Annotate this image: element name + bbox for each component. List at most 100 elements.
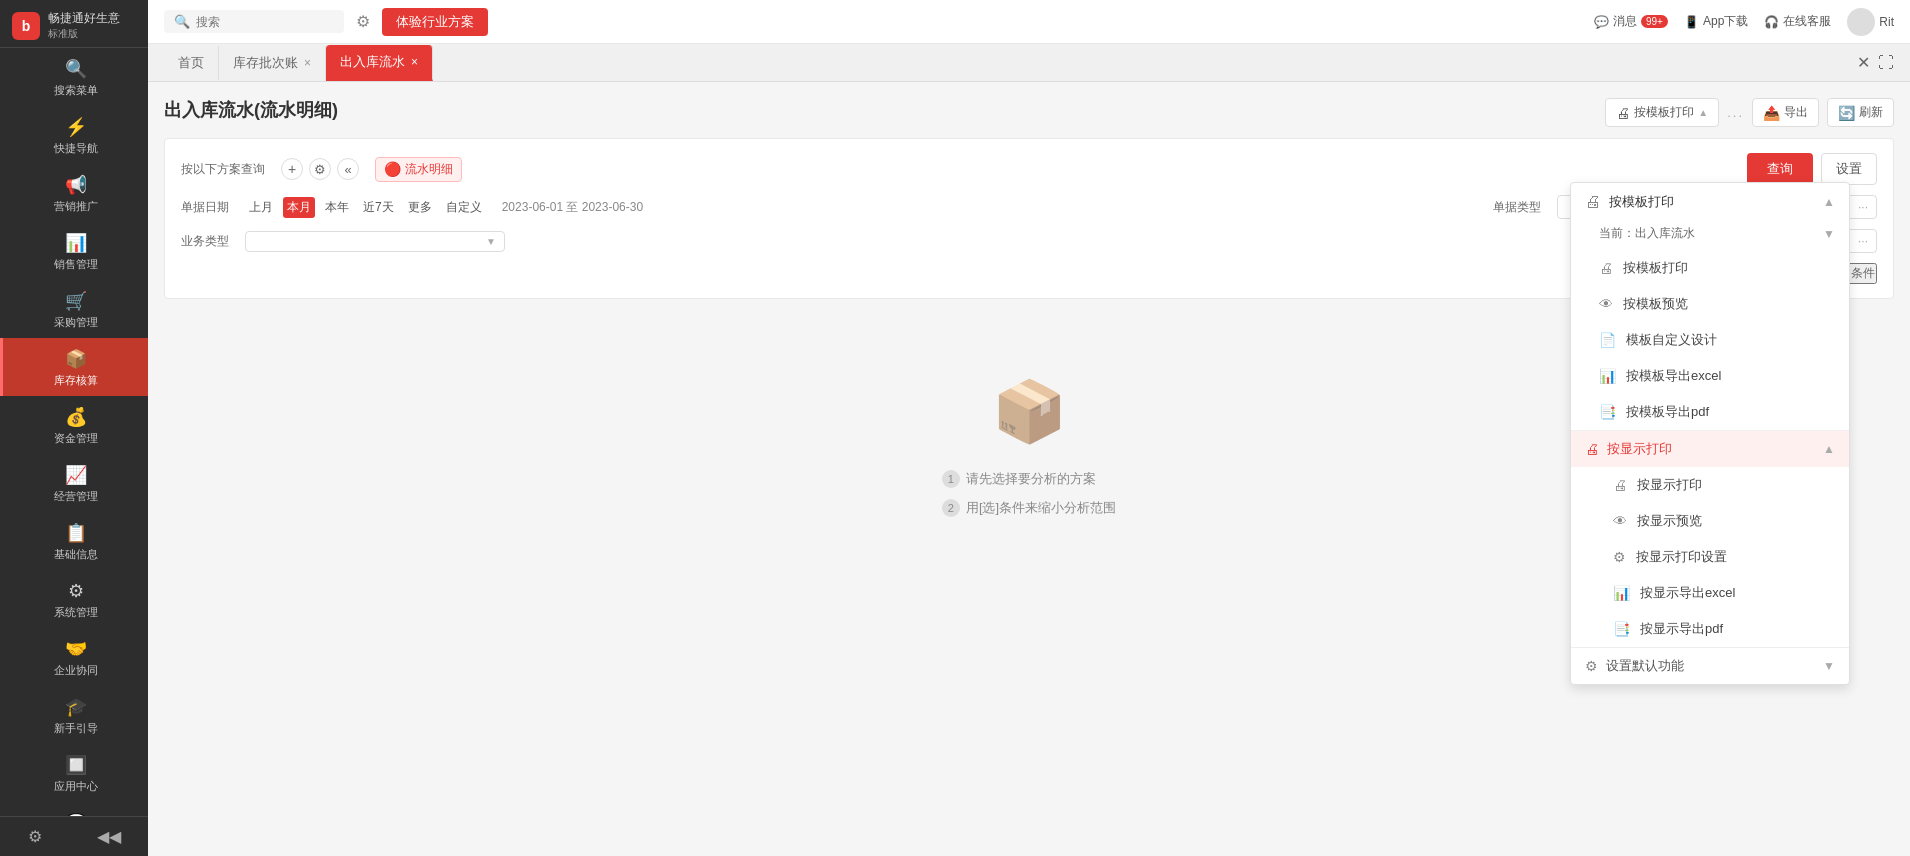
dropdown-footer[interactable]: ⚙ 设置默认功能 ▼ [1571, 647, 1849, 684]
query-btn[interactable]: 查询 [1747, 153, 1813, 185]
dropdown-item-template_preview[interactable]: 👁按模板预览 [1571, 286, 1849, 322]
warehouse-more-icon[interactable]: ··· [1858, 234, 1868, 248]
search-icon: 🔍 [174, 14, 190, 29]
sidebar-item-sales[interactable]: 📊销售管理 [0, 222, 148, 280]
date-shortcut-自定义[interactable]: 自定义 [442, 197, 486, 218]
user-avatar [1847, 8, 1875, 36]
doc-type-more-icon[interactable]: ··· [1858, 200, 1868, 214]
export-btn[interactable]: 📤 导出 [1752, 98, 1819, 127]
date-shortcut-本年[interactable]: 本年 [321, 197, 353, 218]
filter-collapse-btn[interactable]: « [337, 158, 359, 180]
dropdown-item-display_print[interactable]: 🖨按显示打印 [1571, 467, 1849, 503]
footer-arrow-icon[interactable]: ▼ [1823, 659, 1835, 673]
window-close-btn[interactable]: ✕ [1857, 53, 1870, 72]
template_preview-icon: 👁 [1599, 296, 1613, 312]
tip1-num: 1 [942, 470, 960, 488]
date-shortcut-近7天[interactable]: 近7天 [359, 197, 398, 218]
customer-service-btn[interactable]: 🎧 在线客服 [1764, 13, 1831, 30]
sidebar-item-marketing[interactable]: 📢营销推广 [0, 164, 148, 222]
tab-stock-flow[interactable]: 出入库流水 × [326, 45, 433, 81]
date-shortcut-更多[interactable]: 更多 [404, 197, 436, 218]
action-bar: 🖨 按模板打印 ▲ ... 📤 导出 🔄 刷新 [1605, 98, 1894, 127]
refresh-btn[interactable]: 🔄 刷新 [1827, 98, 1894, 127]
search-input[interactable] [196, 15, 334, 29]
sidebar-item-appstore[interactable]: 🔲应用中心 [0, 744, 148, 802]
sidebar-item-enterprise[interactable]: 🤝 企业协同 [0, 628, 148, 686]
headset-icon: 🎧 [1764, 15, 1779, 29]
sidebar-bottom: ⚙ ◀◀ [0, 816, 148, 856]
filter-tag: 🔴 流水明细 [375, 157, 462, 182]
query-action-btns: 查询 设置 [1747, 153, 1877, 185]
tab-home[interactable]: 首页 [164, 46, 219, 80]
enterprise-label: 企业协同 [54, 663, 98, 678]
system-label: 系统管理 [54, 605, 98, 620]
sidebar-item-guide[interactable]: 🎓新手引导 [0, 686, 148, 744]
chevron-up-icon: ▲ [1698, 107, 1708, 118]
trial-btn[interactable]: 体验行业方案 [382, 8, 488, 36]
window-expand-btn[interactable]: ⛶ [1878, 53, 1894, 72]
filter-add-btn[interactable]: + [281, 158, 303, 180]
shortcut-icon: ⚡ [65, 116, 87, 138]
app-download-btn[interactable]: 📱 App下载 [1684, 13, 1748, 30]
sidebar-item-search[interactable]: 🔍搜索菜单 [0, 48, 148, 106]
marketing-icon: 📢 [65, 174, 87, 196]
dropdown-item-template_pdf[interactable]: 📑按模板导出pdf [1571, 394, 1849, 430]
dropdown-display-section: 🖨 按显示打印 ▲ 🖨按显示打印👁按显示预览⚙按显示打印设置📊按显示导出exce… [1571, 430, 1849, 647]
sidebar-item-inventory[interactable]: 📦库存核算 [0, 338, 148, 396]
dropdown-item-display_settings[interactable]: ⚙按显示打印设置 [1571, 539, 1849, 575]
sidebar-item-wechat[interactable]: 💬企业微信 [0, 802, 148, 816]
dropdown-header-arrow-icon[interactable]: ▲ [1823, 195, 1835, 209]
biz-type-select[interactable]: ▼ [245, 231, 505, 252]
messages-btn[interactable]: 💬 消息 99+ [1594, 13, 1668, 30]
dropdown-item-template_excel[interactable]: 📊按模板导出excel [1571, 358, 1849, 394]
user-avatar-btn[interactable]: Rit [1847, 8, 1894, 36]
sidebar-item-finance[interactable]: 💰资金管理 [0, 396, 148, 454]
message-icon: 💬 [1594, 15, 1609, 29]
display_preview-icon: 👁 [1613, 513, 1627, 529]
template_pdf-icon: 📑 [1599, 404, 1616, 420]
sales-label: 销售管理 [54, 257, 98, 272]
sidebar-item-shortcut[interactable]: ⚡快捷导航 [0, 106, 148, 164]
topbar-settings-icon[interactable]: ⚙ [356, 12, 370, 31]
dropdown-display-header[interactable]: 🖨 按显示打印 ▲ [1571, 431, 1849, 467]
display-section-icon: 🖨 [1585, 441, 1599, 457]
more-options-icon[interactable]: ... [1727, 105, 1744, 120]
dropdown-item-template_print[interactable]: 🖨按模板打印 [1571, 250, 1849, 286]
dropdown-template-items: 🖨按模板打印👁按模板预览📄模板自定义设计📊按模板导出excel📑按模板导出pdf [1571, 250, 1849, 430]
topbar-search-box[interactable]: 🔍 [164, 10, 344, 33]
template_custom-icon: 📄 [1599, 332, 1616, 348]
dropdown-current-label: 当前：出入库流水 [1599, 225, 1695, 242]
guide-label: 新手引导 [54, 721, 98, 736]
sidebar-item-system[interactable]: ⚙ 系统管理 [0, 570, 148, 628]
sidebar-settings-icon[interactable]: ⚙ [28, 827, 42, 846]
dropdown-item-display_excel[interactable]: 📊按显示导出excel [1571, 575, 1849, 611]
print-template-btn[interactable]: 🖨 按模板打印 ▲ [1605, 98, 1719, 127]
finance-icon: 💰 [65, 406, 87, 428]
dropdown-header: 🖨 按模板打印 ▲ [1571, 183, 1849, 221]
printer-icon: 🖨 [1616, 105, 1630, 121]
tab-inventory-batch-close[interactable]: × [304, 56, 311, 70]
date-range-value: 2023-06-01 至 2023-06-30 [502, 199, 643, 216]
sidebar-collapse-icon[interactable]: ◀◀ [97, 827, 121, 846]
purchase-label: 采购管理 [54, 315, 98, 330]
sidebar-item-operations[interactable]: 📈经营管理 [0, 454, 148, 512]
sidebar-item-purchase[interactable]: 🛒采购管理 [0, 280, 148, 338]
dropdown-item-display_pdf[interactable]: 📑按显示导出pdf [1571, 611, 1849, 647]
date-shortcut-上月[interactable]: 上月 [245, 197, 277, 218]
filter-tag-item[interactable]: 🔴 流水明细 [375, 157, 462, 182]
sidebar-item-basic[interactable]: 📋基础信息 [0, 512, 148, 570]
dropdown-item-display_preview[interactable]: 👁按显示预览 [1571, 503, 1849, 539]
basic-label: 基础信息 [54, 547, 98, 562]
tabs-window-controls: ✕ ⛶ [1857, 53, 1894, 72]
filter-settings-btn[interactable]: 设置 [1821, 153, 1877, 185]
display-section-arrow-icon[interactable]: ▲ [1823, 442, 1835, 456]
date-shortcut-本月[interactable]: 本月 [283, 197, 315, 218]
enterprise-icon: 🤝 [65, 638, 87, 660]
filter-config-btn[interactable]: ⚙ [309, 158, 331, 180]
dropdown-item-template_custom[interactable]: 📄模板自定义设计 [1571, 322, 1849, 358]
system-icon: ⚙ [68, 580, 84, 602]
tab-stock-flow-close[interactable]: × [411, 55, 418, 69]
tab-inventory-batch[interactable]: 库存批次账 × [219, 46, 326, 80]
dropdown-current-arrow-icon[interactable]: ▼ [1823, 227, 1835, 241]
appstore-icon: 🔲 [65, 754, 87, 776]
